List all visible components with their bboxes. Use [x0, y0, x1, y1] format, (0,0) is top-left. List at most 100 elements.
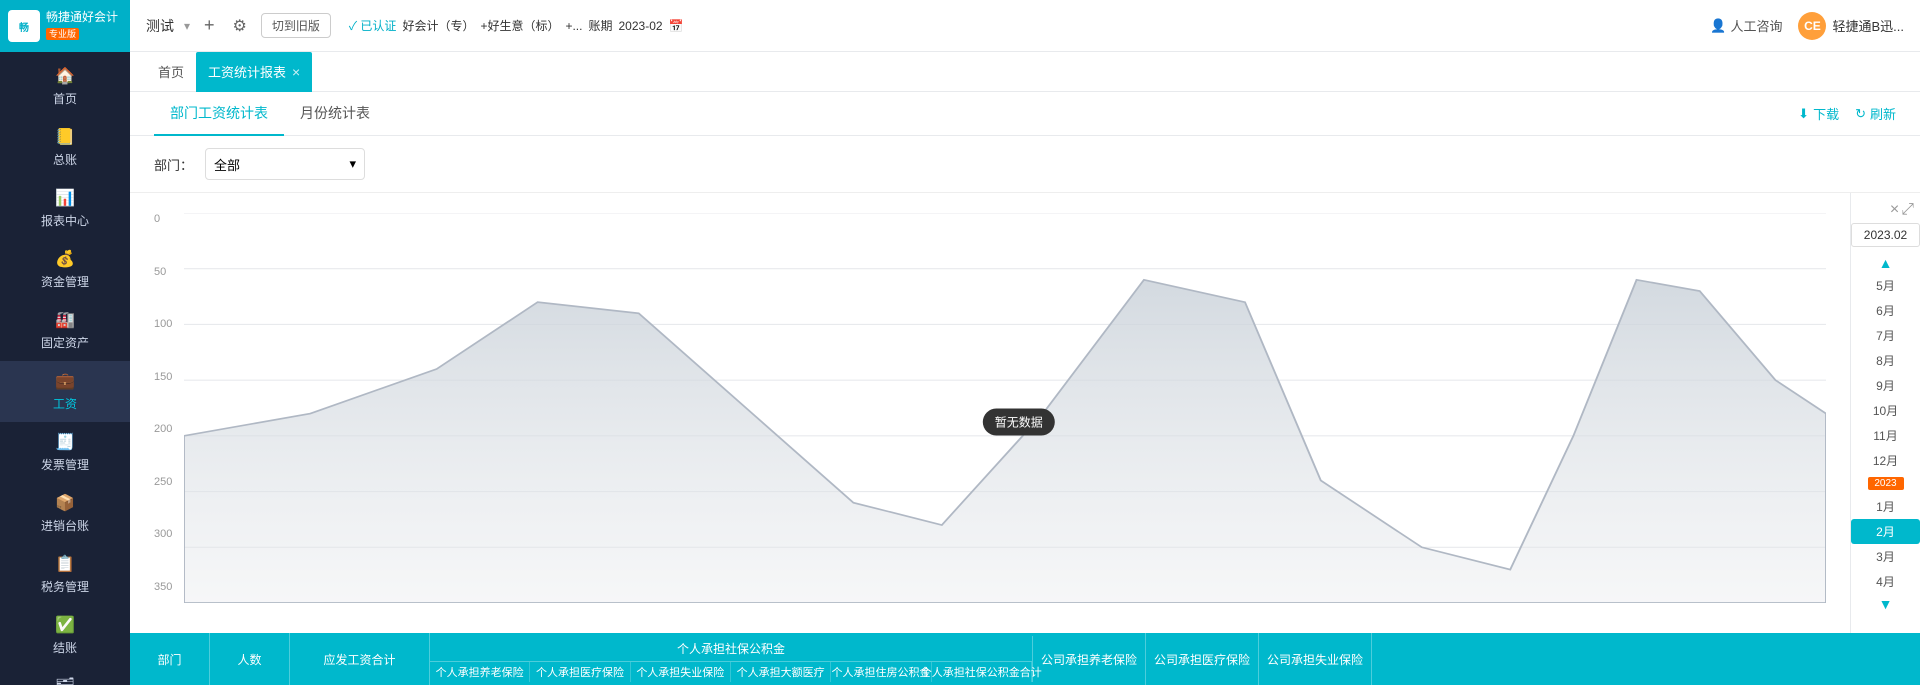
th-count: 人数 — [210, 633, 290, 685]
th-company-pension: 公司承担养老保险 — [1033, 633, 1146, 685]
date-month-3[interactable]: 3月 — [1851, 544, 1920, 569]
tab-actions: ⬇ 下载 ↻ 刷新 — [1798, 104, 1896, 123]
date-month-1[interactable]: 1月 — [1851, 494, 1920, 519]
topbar-plus-icon[interactable]: + — [200, 15, 219, 36]
sidebar-nav: 🏠 首页 📒 总账 📊 报表中心 💰 资金管理 🏭 固定资产 💼 工资 🧾 发票… — [0, 52, 130, 685]
switch-old-btn[interactable]: 切到旧版 — [261, 13, 331, 38]
topbar-title: 测试 — [146, 16, 174, 36]
chart-container: 350 300 250 200 150 100 50 0 — [130, 193, 1850, 633]
date-month-5[interactable]: 5月 — [1851, 273, 1920, 298]
filter-label: 部门： — [154, 155, 193, 174]
main-area: 测试 ▾ + ⚙ 切到旧版 ✓ 已认证 好会计（专） +好生意（标） +... … — [130, 0, 1920, 685]
avatar: CE — [1798, 12, 1826, 40]
th-personal-group: 个人承担社保公积金 个人承担养老保险 个人承担医疗保险 个人承担失业保险 个人承… — [430, 636, 1033, 682]
verified-tag: ✓ 已认证 — [349, 17, 397, 34]
topbar-right: 👤 人工咨询 CE 轻捷通B迅... — [1710, 12, 1904, 40]
topbar: 测试 ▾ + ⚙ 切到旧版 ✓ 已认证 好会计（专） +好生意（标） +... … — [130, 0, 1920, 52]
date-next-btn[interactable]: ▼ — [1879, 596, 1893, 612]
sidebar-label-home: 首页 — [53, 90, 77, 107]
refresh-btn[interactable]: ↻ 刷新 — [1855, 104, 1896, 123]
home-icon: 🏠 — [55, 66, 75, 86]
user-name: 轻捷通B迅... — [1832, 16, 1904, 35]
download-icon: ⬇ — [1798, 106, 1809, 122]
user-menu[interactable]: CE 轻捷通B迅... — [1798, 12, 1904, 40]
inner-tabs: 部门工资统计表 月份统计表 ⬇ 下载 ↻ 刷新 — [130, 92, 1920, 136]
th-group-label: 个人承担社保公积金 — [430, 636, 1032, 662]
sidebar-label-salary: 工资 — [53, 395, 77, 412]
th-personal-housing: 个人承担住房公积金 — [831, 662, 931, 682]
date-month-9[interactable]: 9月 — [1851, 373, 1920, 398]
period-label: 账期 — [588, 17, 612, 34]
sidebar-label-assets: 固定资产 — [41, 334, 89, 351]
download-btn[interactable]: ⬇ 下载 — [1798, 104, 1839, 123]
tab-bar: 首页 工资统计报表 × — [130, 52, 1920, 92]
sidebar-label-tax: 税务管理 — [41, 578, 89, 595]
sidebar: 畅 畅捷通好会计 专业版 🏠 首页 📒 总账 📊 报表中心 💰 资金管理 🏭 固… — [0, 0, 130, 685]
topbar-dropdown[interactable]: ▾ — [184, 19, 190, 33]
year-label[interactable]: 2023.02 — [1851, 223, 1920, 247]
sidebar-label-funds: 资金管理 — [41, 273, 89, 290]
sidebar-item-salary[interactable]: 💼 工资 — [0, 361, 130, 422]
sidebar-label-checkout: 结账 — [53, 639, 77, 656]
th-company-unemployment: 公司承担失业保险 — [1259, 633, 1372, 685]
tab-home[interactable]: 首页 — [146, 52, 196, 92]
sidebar-item-assets[interactable]: 🏭 固定资产 — [0, 300, 130, 361]
content-area: 首页 工资统计报表 × 部门工资统计表 月份统计表 ⬇ 下载 — [130, 52, 1920, 685]
date-month-7[interactable]: 7月 — [1851, 323, 1920, 348]
sidebar-label-ledger: 总账 — [53, 151, 77, 168]
date-month-11[interactable]: 11月 — [1851, 423, 1920, 448]
topbar-gear-icon[interactable]: ⚙ — [229, 16, 251, 36]
consult-icon: 👤 — [1710, 18, 1726, 34]
sales-icon: 📦 — [55, 493, 75, 513]
sidebar-item-home[interactable]: 🏠 首页 — [0, 56, 130, 117]
date-month-8[interactable]: 8月 — [1851, 348, 1920, 373]
th-personal-unemployment: 个人承担失业保险 — [631, 662, 731, 682]
date-month-6[interactable]: 6月 — [1851, 298, 1920, 323]
department-select[interactable]: 全部 ▾ — [205, 148, 365, 180]
sidebar-item-funds[interactable]: 💰 资金管理 — [0, 239, 130, 300]
salary-icon: 💼 — [55, 371, 75, 391]
archive-icon: 🗂 — [55, 676, 75, 685]
chart-tooltip: 暂无数据 — [983, 408, 1055, 435]
refresh-icon: ↻ — [1855, 106, 1866, 122]
tab-monthly[interactable]: 月份统计表 — [284, 92, 386, 136]
topbar-tags: ✓ 已认证 好会计（专） +好生意（标） +... 账期 2023-02 📅 — [349, 17, 684, 34]
th-department: 部门 — [130, 633, 210, 685]
sidebar-item-invoice[interactable]: 🧾 发票管理 — [0, 422, 130, 483]
date-month-12[interactable]: 12月 — [1851, 448, 1920, 473]
th-personal-large-medical: 个人承担大额医疗 — [731, 662, 831, 682]
sidebar-label-invoice: 发票管理 — [41, 456, 89, 473]
tab-salary-report-label: 工资统计报表 — [208, 62, 286, 81]
date-month-4[interactable]: 4月 — [1851, 569, 1920, 594]
good-biz-tag: +好生意（标） — [480, 17, 559, 34]
panel-expand-btn[interactable]: ⤢ — [1901, 201, 1914, 219]
year-2023-badge: 2023 — [1868, 477, 1904, 490]
sidebar-item-ledger[interactable]: 📒 总账 — [0, 117, 130, 178]
panel-close-btn[interactable]: × — [1890, 201, 1899, 219]
consult-btn[interactable]: 👤 人工咨询 — [1710, 16, 1782, 35]
chart-inner: 350 300 250 200 150 100 50 0 — [130, 193, 1850, 633]
sidebar-item-archive[interactable]: 🗂 归档管理 — [0, 666, 130, 685]
calendar-icon[interactable]: 📅 — [669, 19, 684, 33]
date-month-10[interactable]: 10月 — [1851, 398, 1920, 423]
th-total-salary: 应发工资合计 — [290, 633, 430, 685]
sidebar-item-sales[interactable]: 📦 进销台账 — [0, 483, 130, 544]
date-month-2[interactable]: 2月 — [1851, 519, 1920, 544]
tab-close-icon[interactable]: × — [292, 64, 300, 80]
invoice-icon: 🧾 — [55, 432, 75, 452]
ledger-icon: 📒 — [55, 127, 75, 147]
logo-text: 畅捷通好会计 专业版 — [46, 10, 118, 41]
tab-salary-report[interactable]: 工资统计报表 × — [196, 52, 312, 92]
sidebar-item-tax[interactable]: 📋 税务管理 — [0, 544, 130, 605]
sidebar-item-checkout[interactable]: ✅ 结账 — [0, 605, 130, 666]
tab-department[interactable]: 部门工资统计表 — [154, 92, 284, 136]
chart-section: 350 300 250 200 150 100 50 0 — [130, 193, 1920, 633]
sidebar-item-reports[interactable]: 📊 报表中心 — [0, 178, 130, 239]
table-header: 部门 人数 应发工资合计 个人承担社保公积金 个人承担养老保险 个人承担医疗 — [130, 633, 1920, 685]
th-group-subs: 个人承担养老保险 个人承担医疗保险 个人承担失业保险 个人承担大额医疗 个人承担 — [430, 662, 1032, 682]
sidebar-label-sales: 进销台账 — [41, 517, 89, 534]
y-axis: 350 300 250 200 150 100 50 0 — [154, 213, 172, 593]
th-personal-total: 个人承担社保公积金合计 — [932, 662, 1032, 682]
funds-icon: 💰 — [55, 249, 75, 269]
date-prev-btn[interactable]: ▲ — [1879, 255, 1893, 271]
